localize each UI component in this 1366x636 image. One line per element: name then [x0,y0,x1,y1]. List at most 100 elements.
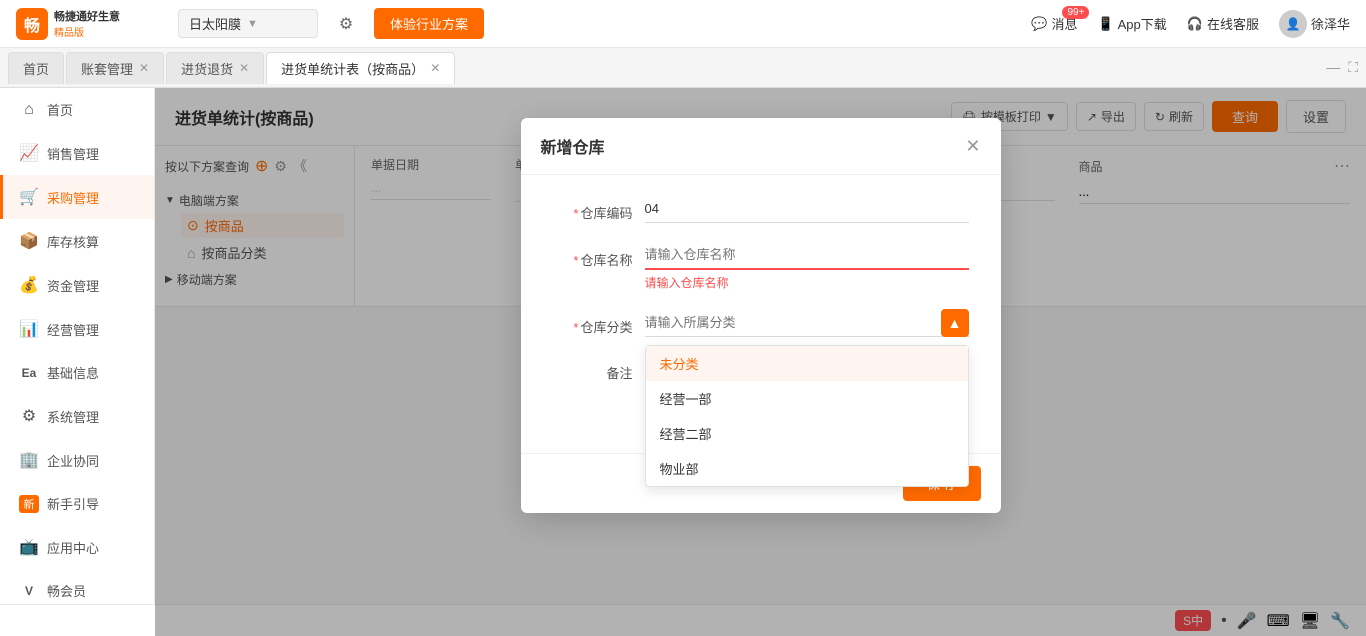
sidebar-item-finance[interactable]: 💰 资金管理 [0,263,154,307]
sidebar-item-sales-label: 销售管理 [47,144,99,163]
form-row-category: *仓库分类 ▲ 未分类 经营一部 经营二部 物业部 [553,309,969,337]
sidebar-item-enterprise[interactable]: 🏢 企业协同 [0,438,154,482]
user-profile-item[interactable]: 👤 徐泽华 [1279,10,1350,38]
app-download-label: App下载 [1118,14,1167,33]
modal-close-button[interactable]: ✕ [965,136,980,157]
form-row-name: *仓库名称 请输入仓库名称 [553,241,969,291]
mobile-icon: 📱 [1097,16,1113,32]
sidebar-item-guide-label: 新手引导 [47,494,99,513]
purchase-icon: 🛒 [19,187,39,207]
dropdown-arrow-button[interactable]: ▲ [941,309,969,337]
modal-header: 新增仓库 ✕ [521,118,1001,175]
sidebar-item-basic[interactable]: Ea 基础信息 [0,351,154,394]
notifications-item[interactable]: 💬 消息 99+ [1031,14,1077,33]
tab-minimize-icon[interactable]: — [1326,59,1340,76]
sidebar-item-member-label: 畅会员 [47,581,86,600]
header-right: 💬 消息 99+ 📱 App下载 🎧 在线客服 👤 徐泽华 [1031,10,1350,38]
sidebar-item-home-label: 首页 [47,100,73,119]
online-service-item[interactable]: 🎧 在线客服 [1187,14,1259,33]
logo-icon: 畅 [16,8,48,40]
tab-expand-icon[interactable]: ⛶ [1348,59,1358,76]
sidebar-item-appcenter-label: 应用中心 [47,538,99,557]
sidebar-item-purchase[interactable]: 🛒 采购管理 [0,175,154,219]
main-layout: ⌂ 首页 📈 销售管理 🛒 采购管理 📦 库存核算 💰 资金管理 📊 经营管理 … [0,88,1366,636]
sidebar-item-finance-label: 资金管理 [47,276,99,295]
basic-icon: Ea [19,366,39,380]
dropdown-list: 未分类 经营一部 经营二部 物业部 [645,345,969,487]
name-label: *仓库名称 [553,242,633,269]
content-area: 进货单统计(按商品) 🖨 按模板打印 ▼ ↗ 导出 ↻ 刷新 查询 设置 [155,88,1366,636]
category-label: *仓库分类 [553,309,633,336]
message-icon: 💬 [1031,16,1047,32]
headset-icon: 🎧 [1187,16,1203,32]
guide-icon: 新 [19,495,39,513]
avatar: 👤 [1279,10,1307,38]
name-error-row: 请输入仓库名称 [553,274,729,291]
trial-button[interactable]: 体验行业方案 [374,8,484,39]
modal-overlay: 新增仓库 ✕ *仓库编码 *仓库名称 [155,88,1366,636]
notification-badge: 99+ [1062,6,1089,19]
logo-area: 畅 畅捷通好生意 精品版 [16,8,166,40]
name-input[interactable] [645,241,969,270]
tab-account[interactable]: 账套管理 ✕ [66,52,164,84]
category-dropdown: ▲ 未分类 经营一部 经营二部 物业部 [645,309,969,337]
app-download-item[interactable]: 📱 App下载 [1097,14,1166,33]
store-name: 日太阳膜 [189,14,241,33]
inventory-icon: 📦 [19,231,39,251]
logo-text-block: 畅捷通好生意 精品版 [54,8,120,39]
sidebar-item-enterprise-label: 企业协同 [47,451,99,470]
finance-icon: 💰 [19,275,39,295]
sidebar-item-system[interactable]: ⚙ 系统管理 [0,394,154,438]
sidebar-item-system-label: 系统管理 [47,407,99,426]
appcenter-icon: 📺 [19,537,39,557]
sidebar-item-basic-label: 基础信息 [47,363,99,382]
sales-icon: 📈 [19,143,39,163]
sidebar-item-ops-label: 经营管理 [47,320,99,339]
logo-badge: 精品版 [54,24,120,39]
tab-purchase-return-label: 进货退货 [181,59,233,78]
tab-purchase-return[interactable]: 进货退货 ✕ [166,52,264,84]
sidebar-item-ops[interactable]: 📊 经营管理 [0,307,154,351]
sidebar-item-inventory-label: 库存核算 [47,232,99,251]
tab-home[interactable]: 首页 [8,52,64,84]
sidebar-item-home[interactable]: ⌂ 首页 [0,88,154,131]
top-header: 畅 畅捷通好生意 精品版 日太阳膜 ▼ ⚙ 体验行业方案 💬 消息 99+ 📱 … [0,0,1366,48]
enterprise-icon: 🏢 [19,450,39,470]
username: 徐泽华 [1311,14,1350,33]
settings-gear-icon[interactable]: ⚙ [330,8,362,40]
member-icon: V [19,584,39,598]
dropdown-option-ops2[interactable]: 经营二部 [646,416,968,451]
store-selector[interactable]: 日太阳膜 ▼ [178,9,318,38]
tab-purchase-stats[interactable]: 进货单统计表（按商品） ✕ [266,52,455,84]
tab-account-close[interactable]: ✕ [139,61,149,75]
tab-right-controls: — ⛶ [1326,59,1358,76]
name-error-msg: 请输入仓库名称 [645,276,729,290]
sidebar-item-sales[interactable]: 📈 销售管理 [0,131,154,175]
tab-account-label: 账套管理 [81,59,133,78]
sidebar-item-inventory[interactable]: 📦 库存核算 [0,219,154,263]
logo-main-text: 畅捷通好生意 [54,8,120,24]
code-label: *仓库编码 [553,195,633,222]
ops-icon: 📊 [19,319,39,339]
modal-body: *仓库编码 *仓库名称 请输入仓库名称 [521,175,1001,453]
sidebar-item-appcenter[interactable]: 📺 应用中心 [0,525,154,569]
dropdown-option-ops1[interactable]: 经营一部 [646,381,968,416]
modal-title: 新增仓库 [541,134,605,158]
note-label: 备注 [553,355,633,382]
required-star: * [573,206,578,221]
online-service-label: 在线客服 [1207,14,1259,33]
tab-purchase-return-close[interactable]: ✕ [239,61,249,75]
dropdown-option-none[interactable]: 未分类 [646,346,968,381]
code-input[interactable] [645,195,969,223]
tab-home-label: 首页 [23,59,49,78]
category-input[interactable] [645,309,969,337]
name-row-inner: *仓库名称 [553,241,969,270]
tab-bar: 首页 账套管理 ✕ 进货退货 ✕ 进货单统计表（按商品） ✕ — ⛶ [0,48,1366,88]
dropdown-option-prop[interactable]: 物业部 [646,451,968,486]
system-icon: ⚙ [19,406,39,426]
form-row-code: *仓库编码 [553,195,969,223]
sidebar-item-guide[interactable]: 新 新手引导 [0,482,154,525]
home-icon: ⌂ [19,101,39,119]
tab-purchase-stats-close[interactable]: ✕ [430,61,440,75]
sidebar-item-purchase-label: 采购管理 [47,188,99,207]
